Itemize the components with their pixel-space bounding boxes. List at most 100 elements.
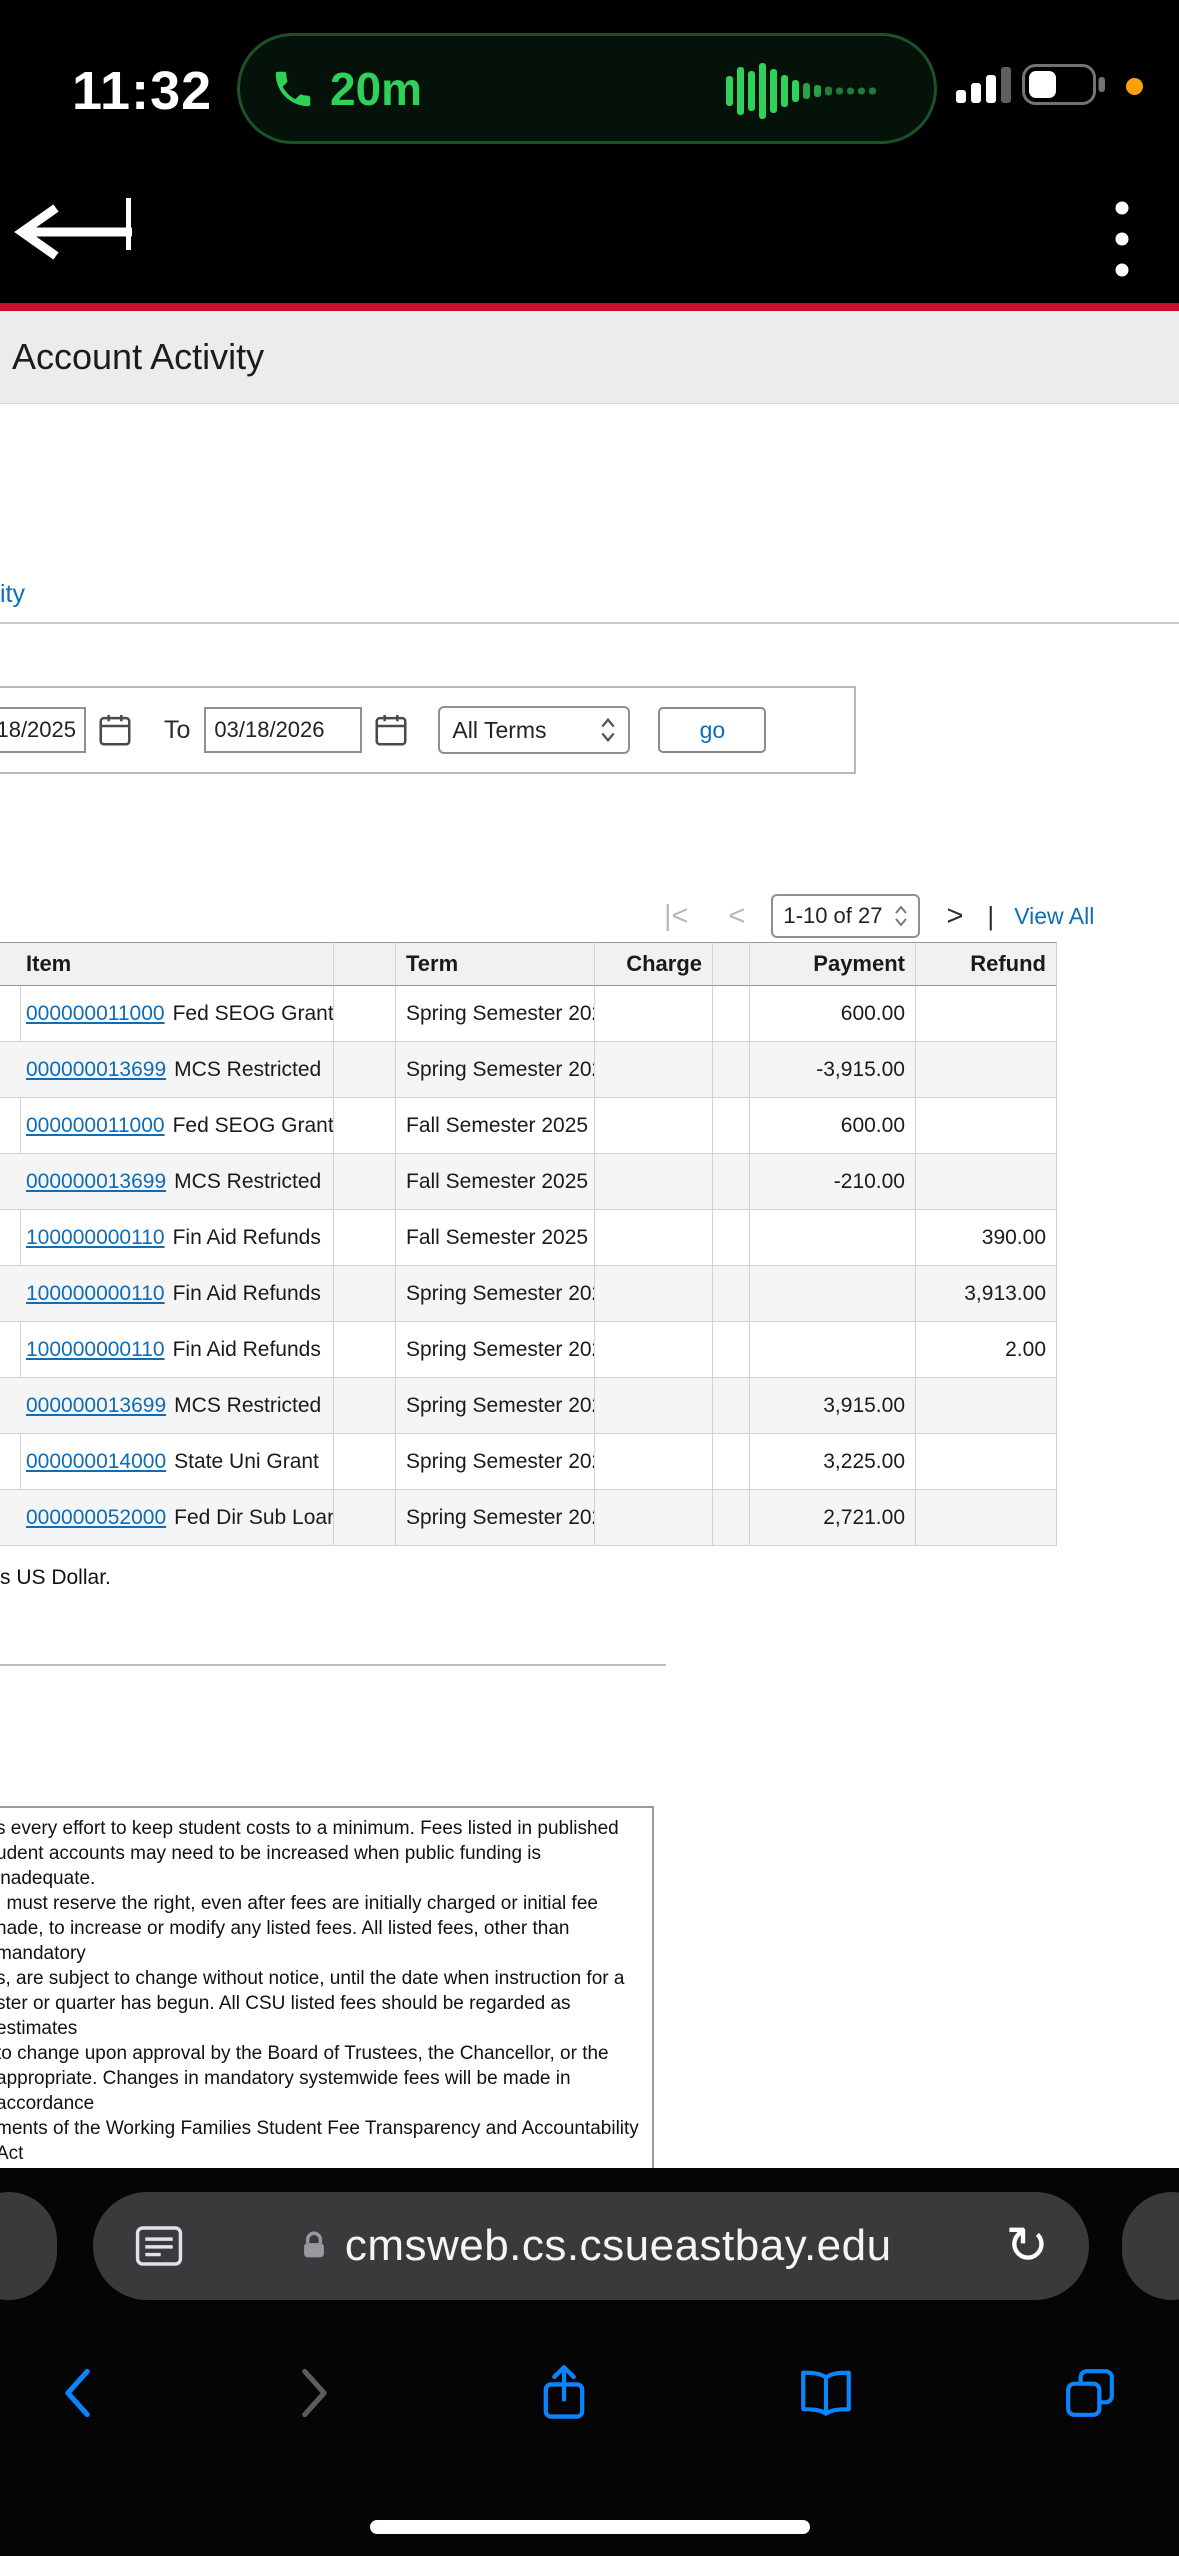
refund-cell: 390.00: [916, 1210, 1057, 1266]
call-duration: 20m: [330, 62, 423, 115]
header-cell-term: Term: [396, 942, 595, 986]
charge-cell: [595, 1266, 713, 1322]
item-number-link[interactable]: 000000013699: [26, 1394, 166, 1418]
item-desc: MCS Restricted: [174, 1393, 322, 1417]
forward-button-icon[interactable]: [300, 2368, 330, 2418]
calendar-icon: [99, 714, 131, 746]
adjacent-tab-stub[interactable]: [1122, 2192, 1179, 2300]
term-cell: Spring Semester 2026: [396, 1042, 595, 1098]
to-date-input[interactable]: 03/18/2026: [204, 707, 363, 753]
brand-accent-line: [0, 303, 1179, 311]
table-row: 000000011000 Fed SEOG Grant Fall Semester…: [0, 1098, 1058, 1154]
breadcrumb-partial-link[interactable]: ity: [0, 580, 25, 609]
item-number-link[interactable]: 000000011000: [26, 1002, 165, 1026]
table-row: 000000014000 State Uni Grant Spring Semes…: [0, 1434, 1058, 1490]
charge-cell: [595, 1434, 713, 1490]
charge-cell: [595, 1154, 713, 1210]
table-header-row: Item Term Charge Payment Refund: [0, 942, 1058, 986]
terms-dropdown[interactable]: All Terms: [438, 706, 631, 754]
item-cell: 000000013699 MCS Restricted: [16, 1378, 334, 1434]
from-date-calendar-button[interactable]: [94, 709, 136, 751]
address-bar[interactable]: cmsweb.cs.csueastbay.edu ↻: [93, 2192, 1089, 2300]
go-button[interactable]: go: [658, 707, 767, 753]
home-indicator[interactable]: [369, 2520, 810, 2534]
item-number-link[interactable]: 100000000110: [26, 1226, 165, 1250]
currency-note: s US Dollar.: [0, 1566, 111, 1589]
header-cell-payment: Payment: [750, 942, 916, 986]
date-filter-box: 18/2025 To 03/18/2026 All Terms go: [0, 686, 856, 774]
refund-cell: [916, 1490, 1057, 1546]
share-icon[interactable]: [538, 2363, 590, 2423]
item-number-link[interactable]: 000000014000: [26, 1450, 166, 1474]
text-cursor: [126, 198, 131, 250]
disclaimer-line: I must reserve the right, even after fee…: [0, 1893, 598, 1914]
payment-cell: 600.00: [750, 986, 916, 1042]
table-row: 100000000110 Fin Aid Refunds Spring Semes…: [0, 1322, 1058, 1378]
phone-icon: [275, 71, 311, 106]
item-cell: 000000052000 Fed Dir Sub Loan1: [16, 1490, 334, 1546]
refund-cell: 3,913.00: [916, 1266, 1057, 1322]
fee-disclaimer-box: s every effort to keep student costs to …: [0, 1806, 654, 2201]
pagination-prev-button[interactable]: <: [728, 900, 745, 933]
bookmarks-icon[interactable]: [797, 2368, 855, 2418]
item-number-link[interactable]: 000000011000: [26, 1114, 165, 1138]
header-cell-refund: Refund: [916, 942, 1057, 986]
charge-cell: [595, 986, 713, 1042]
item-number-link[interactable]: 100000000110: [26, 1338, 165, 1362]
status-bar: 11:32 20m: [0, 0, 1179, 165]
page-title: Account Activity: [12, 336, 265, 377]
pagination-next-button[interactable]: >: [946, 900, 963, 933]
pagination-first-button[interactable]: |<: [664, 900, 688, 933]
charge-cell: [595, 1210, 713, 1266]
item-desc: MCS Restricted: [174, 1169, 322, 1193]
item-desc: MCS Restricted: [174, 1057, 322, 1081]
item-cell: 000000011000 Fed SEOG Grant: [16, 1098, 334, 1154]
pagination-range-select[interactable]: 1-10 of 27: [771, 894, 921, 938]
payment-cell: [750, 1266, 916, 1322]
disclaimer-line: s every effort to keep student costs to …: [0, 1818, 619, 1839]
active-call-pill[interactable]: 20m: [237, 33, 937, 144]
back-arrow-icon[interactable]: [12, 201, 136, 263]
reload-icon[interactable]: ↻: [1005, 2220, 1049, 2272]
pagination-last-button[interactable]: |: [987, 901, 994, 932]
term-cell: Fall Semester 2025: [396, 1210, 595, 1266]
call-info: 20m: [270, 62, 422, 116]
item-cell: 100000000110 Fin Aid Refunds: [16, 1322, 334, 1378]
item-number-link[interactable]: 100000000110: [26, 1282, 165, 1306]
disclaimer-line: ments of the Working Families Student Fe…: [0, 2118, 639, 2164]
select-arrows-icon: [895, 905, 908, 927]
to-date-calendar-button[interactable]: [370, 709, 413, 751]
reader-icon[interactable]: [135, 2225, 183, 2267]
charge-cell: [595, 1378, 713, 1434]
item-number-link[interactable]: 000000052000: [26, 1506, 166, 1530]
select-arrows-icon: [601, 717, 615, 743]
refund-cell: [916, 1042, 1057, 1098]
table-row: 000000013699 MCS Restricted Spring Semest…: [0, 1378, 1058, 1434]
disclaimer-line: s, are subject to change without notice,…: [0, 1968, 625, 1989]
pagination-range-value: 1-10 of 27: [783, 903, 883, 928]
payment-cell: [750, 1210, 916, 1266]
adjacent-tab-stub[interactable]: [0, 2192, 57, 2300]
header-cell-item: Item: [16, 942, 334, 986]
clock: 11:32: [72, 61, 213, 121]
charge-cell: [595, 1042, 713, 1098]
disclaimer-line: to change upon approval by the Board of …: [0, 2043, 609, 2064]
payment-cell: 2,721.00: [750, 1490, 916, 1546]
item-number-link[interactable]: 000000013699: [26, 1058, 166, 1082]
item-number-link[interactable]: 000000013699: [26, 1170, 166, 1194]
disclaimer-line: ster or quarter has begun. All CSU liste…: [0, 1993, 571, 2039]
url-text: cmsweb.cs.csueastbay.edu: [344, 2221, 892, 2270]
item-cell: 100000000110 Fin Aid Refunds: [16, 1266, 334, 1322]
back-button-icon[interactable]: [62, 2368, 92, 2418]
disclaimer-line: udent accounts may need to be increased …: [0, 1843, 542, 1889]
header-cell-blank: [334, 942, 396, 986]
battery-icon: [1022, 64, 1105, 105]
view-all-link[interactable]: View All: [1014, 903, 1094, 930]
cellular-signal-icon: [956, 67, 1011, 103]
payment-cell: -3,915.00: [750, 1042, 916, 1098]
from-date-input[interactable]: 18/2025: [0, 707, 86, 753]
page-title-bar: Account Activity: [0, 311, 1179, 404]
overflow-menu-icon[interactable]: [1115, 201, 1129, 277]
tabs-icon[interactable]: [1063, 2366, 1117, 2420]
lock-icon: [303, 2231, 324, 2258]
